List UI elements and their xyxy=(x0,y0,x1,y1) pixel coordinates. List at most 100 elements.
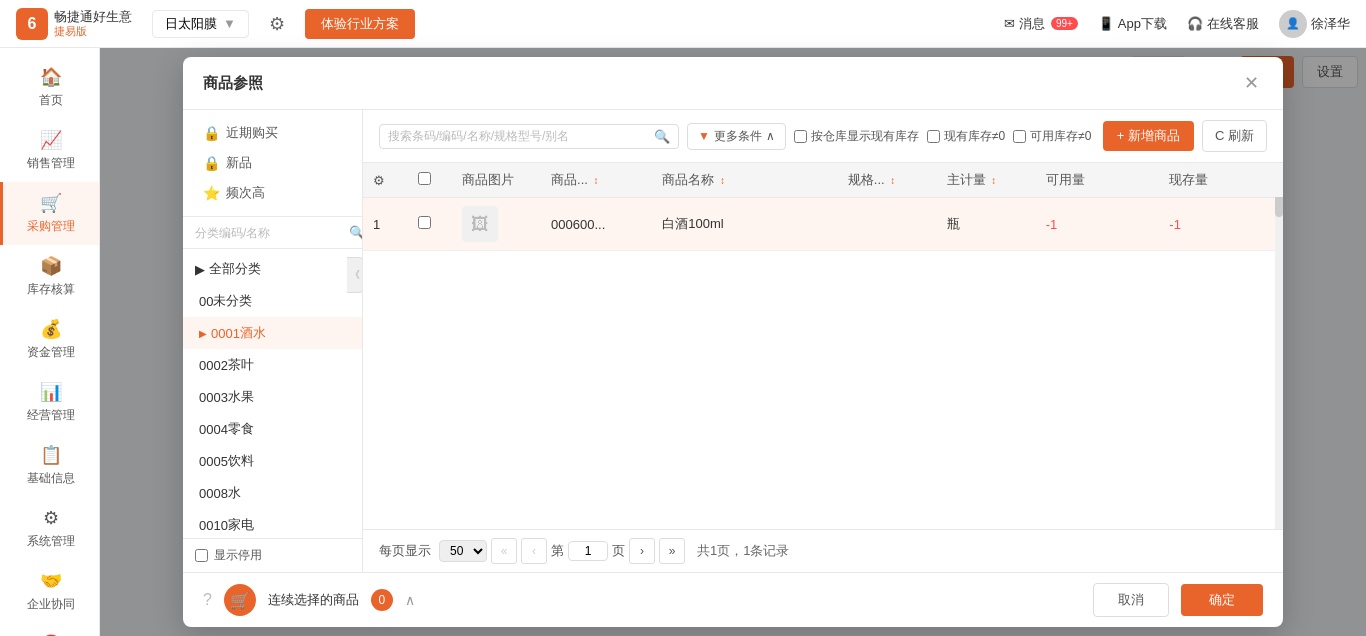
new-products[interactable]: 🔒 新品 xyxy=(195,148,350,178)
cat-item-water[interactable]: 0008 水 xyxy=(183,477,362,509)
user-menu[interactable]: 👤 徐泽华 xyxy=(1279,10,1350,38)
select-all-checkbox[interactable] xyxy=(418,172,431,185)
table-row[interactable]: 1 🖼 000600... 白酒100ml 瓶 xyxy=(363,198,1283,251)
first-page-button[interactable]: « xyxy=(491,538,517,564)
col-checkbox[interactable] xyxy=(408,163,453,198)
stock-filter[interactable]: 现有库存≠0 xyxy=(927,128,1005,145)
table-body: 1 🖼 000600... 白酒100ml 瓶 xyxy=(363,198,1283,251)
sidebar-item-collab[interactable]: 🤝 企业协同 xyxy=(0,560,99,623)
last-page-button[interactable]: » xyxy=(659,538,685,564)
cat-item-appliances[interactable]: 0010 家电 xyxy=(183,509,362,538)
row-select-checkbox[interactable] xyxy=(418,216,431,229)
row-checkbox[interactable] xyxy=(408,198,453,251)
row-idx: 1 xyxy=(363,198,408,251)
sidebar-item-inventory[interactable]: 📦 库存核算 xyxy=(0,245,99,308)
category-search-icon[interactable]: 🔍 xyxy=(349,225,363,240)
usable-filter-label: 可用库存≠0 xyxy=(1030,128,1091,145)
store-selector[interactable]: 日太阳膜 ▼ xyxy=(152,10,249,38)
cat-all[interactable]: ▶ 全部分类 xyxy=(183,253,362,285)
cat-code-snacks: 0004 xyxy=(199,422,228,437)
online-service[interactable]: 🎧 在线客服 xyxy=(1187,15,1259,33)
modal-close-button[interactable]: ✕ xyxy=(1239,71,1263,95)
col-settings[interactable]: ⚙ xyxy=(363,163,408,198)
footer-collapse-icon[interactable]: ∧ xyxy=(405,592,415,608)
filter-button[interactable]: ▼ 更多条件 ∧ xyxy=(687,123,786,150)
cat-item-fruit[interactable]: 0003 水果 xyxy=(183,381,362,413)
col-image: 商品图片 xyxy=(452,163,541,198)
category-search-input[interactable] xyxy=(195,226,345,240)
new-label: 新品 xyxy=(226,154,252,172)
usable-checkbox[interactable] xyxy=(1013,130,1026,143)
cat-item-drinks[interactable]: 0005 饮料 xyxy=(183,445,362,477)
product-lookup-modal: 商品参照 ✕ 🔒 近期购买 🔒 xyxy=(183,57,1283,627)
recent-purchase[interactable]: 🔒 近期购买 xyxy=(195,118,350,148)
product-pagination: 每页显示 50 « ‹ 第 1 页 › » 共1页，1条记录 xyxy=(363,529,1283,572)
cat-label-spirits: 酒水 xyxy=(240,324,266,342)
col-code[interactable]: 商品... ↕ xyxy=(541,163,652,198)
col-available: 可用量 xyxy=(1036,163,1160,198)
sidebar-item-finance[interactable]: 💰 资金管理 xyxy=(0,308,99,371)
warehouse-checkbox[interactable] xyxy=(794,130,807,143)
cancel-button[interactable]: 取消 xyxy=(1093,583,1169,617)
main-layout: 🏠 首页 📈 销售管理 🛒 采购管理 📦 库存核算 💰 资金管理 📊 经营管理 … xyxy=(0,48,1366,636)
usable-filter[interactable]: 可用库存≠0 xyxy=(1013,128,1091,145)
warehouse-filter[interactable]: 按仓库显示现有库存 xyxy=(794,128,919,145)
refresh-button[interactable]: C 刷新 xyxy=(1202,120,1267,152)
confirm-button[interactable]: 确定 xyxy=(1181,584,1263,616)
cat-item-snacks[interactable]: 0004 零食 xyxy=(183,413,362,445)
col-spec[interactable]: 规格... ↕ xyxy=(838,163,937,198)
category-search: 🔍 xyxy=(183,217,362,249)
per-page-select[interactable]: 50 xyxy=(439,540,487,562)
sidebar-label-home: 首页 xyxy=(39,92,63,109)
filter-arrow-icon: ∧ xyxy=(766,129,775,143)
col-stock: 现存量 xyxy=(1159,163,1258,198)
cat-code-water: 0008 xyxy=(199,486,228,501)
message-icon[interactable]: ✉ 消息 99 xyxy=(1004,15,1078,33)
add-product-button[interactable]: + 新增商品 xyxy=(1103,121,1194,151)
nav-right: ✉ 消息 99 📱 App下载 🎧 在线客服 👤 徐泽华 xyxy=(1004,10,1350,38)
sidebar-item-basic-info[interactable]: 📋 基础信息 xyxy=(0,434,99,497)
sidebar-item-sales[interactable]: 📈 销售管理 xyxy=(0,119,99,182)
high-freq[interactable]: ⭐ 频次高 xyxy=(195,178,350,208)
stock-checkbox[interactable] xyxy=(927,130,940,143)
sidebar-label-inventory: 库存核算 xyxy=(27,281,75,298)
cat-item-tea[interactable]: 0002 茶叶 xyxy=(183,349,362,381)
search-icon[interactable]: 🔍 xyxy=(654,129,670,144)
sort-code-icon: ↕ xyxy=(594,175,599,186)
col-unit[interactable]: 主计量 ↕ xyxy=(937,163,1036,198)
sidebar-item-home[interactable]: 🏠 首页 xyxy=(0,56,99,119)
next-page-button[interactable]: › xyxy=(629,538,655,564)
new-icon: 🔒 xyxy=(203,155,220,171)
product-panel: 🔍 ▼ 更多条件 ∧ 按仓库显示现有库存 xyxy=(363,110,1283,572)
sidebar: 🏠 首页 📈 销售管理 🛒 采购管理 📦 库存核算 💰 资金管理 📊 经营管理 … xyxy=(0,48,100,636)
cat-label-uncategorized: 未分类 xyxy=(213,292,252,310)
show-disabled-checkbox[interactable] xyxy=(195,549,208,562)
page-total: 共1页，1条记录 xyxy=(697,542,789,560)
sidebar-item-guide[interactable]: 🎯 新手引导 xyxy=(0,623,99,636)
table-scrollbar[interactable] xyxy=(1275,163,1283,529)
product-search-input[interactable] xyxy=(388,129,650,143)
col-spec-label: 规格... xyxy=(848,172,885,187)
logo-text: 畅捷通好生意 捷易版 xyxy=(54,9,132,38)
settings-icon[interactable]: ⚙ xyxy=(261,8,293,40)
sidebar-item-operations[interactable]: 📊 经营管理 xyxy=(0,371,99,434)
panel-collapse-btn[interactable]: 《 xyxy=(347,257,363,293)
trial-button[interactable]: 体验行业方案 xyxy=(305,9,415,39)
prev-page-button[interactable]: ‹ xyxy=(521,538,547,564)
sidebar-item-purchase[interactable]: 🛒 采购管理 xyxy=(0,182,99,245)
help-icon[interactable]: ? xyxy=(203,591,212,609)
cart-icon[interactable]: 🛒 xyxy=(224,584,256,616)
cat-item-uncategorized[interactable]: 00 未分类 xyxy=(183,285,362,317)
product-table-wrap: ⚙ 商品图片 商品... ↕ 商品名称 xyxy=(363,163,1283,529)
page-label-di: 第 xyxy=(551,542,564,560)
sidebar-item-system[interactable]: ⚙ 系统管理 xyxy=(0,497,99,560)
home-icon: 🏠 xyxy=(40,66,62,88)
col-scroll xyxy=(1258,163,1283,198)
cat-all-arrow: ▶ xyxy=(195,262,205,277)
app-download[interactable]: 📱 App下载 xyxy=(1098,15,1167,33)
sidebar-label-sales: 销售管理 xyxy=(27,155,75,172)
cat-item-spirits[interactable]: ▶ 0001 酒水 xyxy=(183,317,362,349)
page-number-input[interactable]: 1 xyxy=(568,541,608,561)
col-name[interactable]: 商品名称 ↕ xyxy=(652,163,837,198)
top-nav: 6 畅捷通好生意 捷易版 日太阳膜 ▼ ⚙ 体验行业方案 ✉ 消息 99 📱 A… xyxy=(0,0,1366,48)
